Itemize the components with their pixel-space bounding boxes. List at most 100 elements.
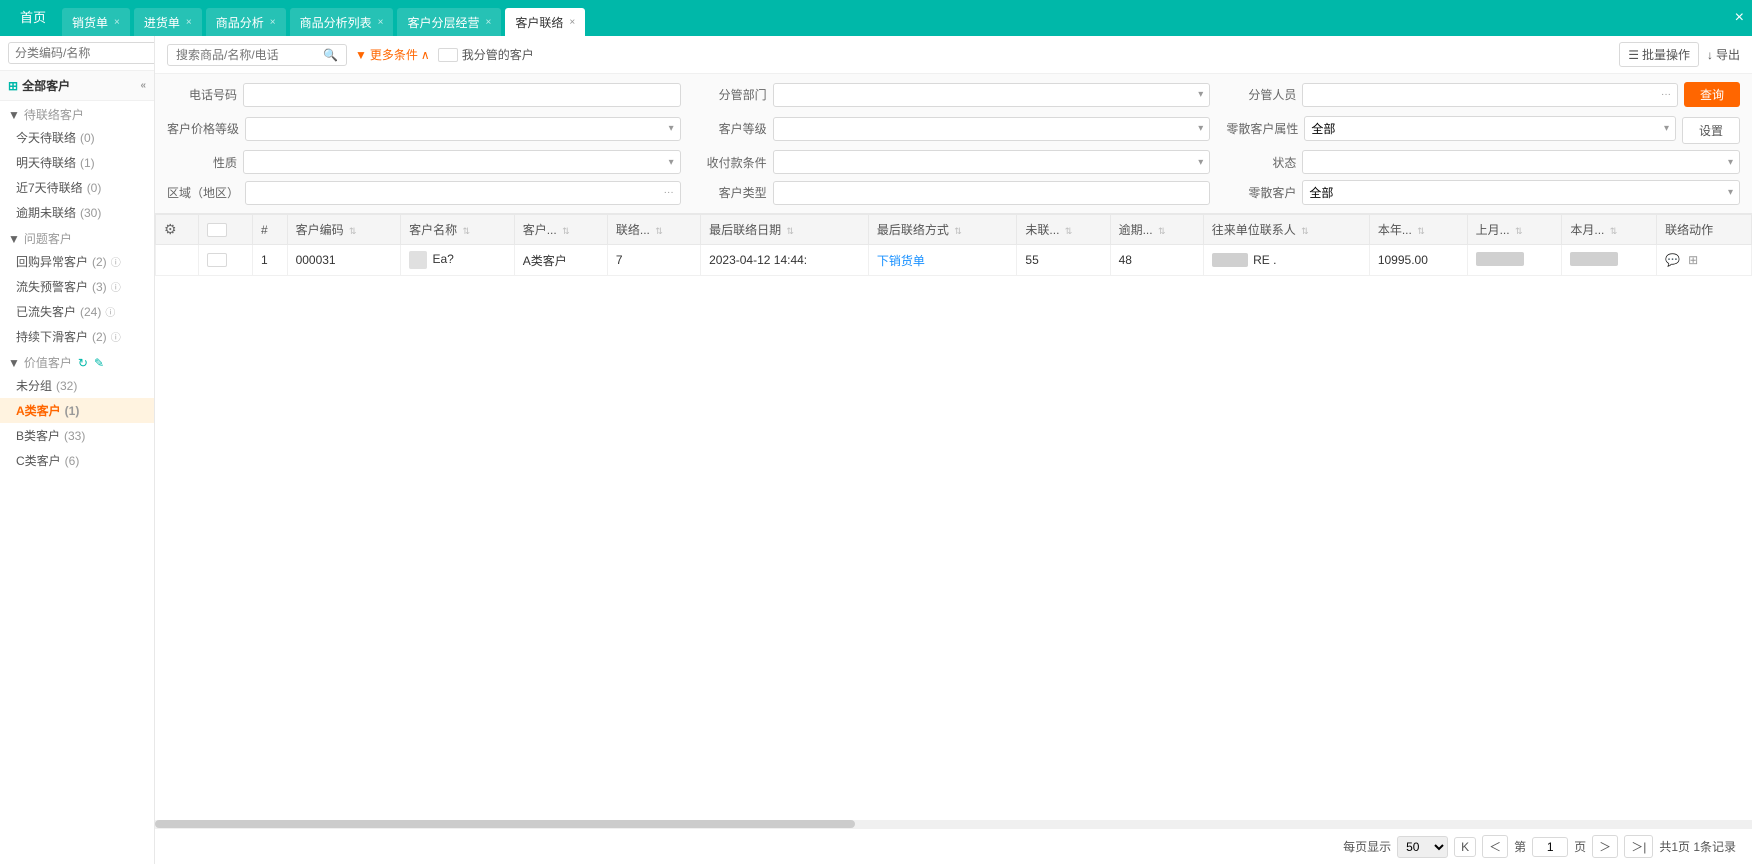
th-name[interactable]: 客户名称 ⇅ — [401, 215, 515, 245]
info-icon-1: ⓘ — [111, 254, 121, 269]
close-tab-customer-manage[interactable]: × — [485, 17, 491, 28]
input-customer-level[interactable]: ▾ — [773, 117, 1211, 141]
sidebar-item-b-class[interactable]: B类客户 (33) — [0, 423, 154, 448]
th-uncontacted[interactable]: 未联... ⇅ — [1017, 215, 1110, 245]
close-all-tabs[interactable]: × — [1735, 9, 1744, 27]
nav-tab-purchase[interactable]: 进货单 × — [134, 8, 202, 36]
grid-action-icon[interactable]: ⊞ — [1688, 253, 1698, 267]
row-checkbox[interactable] — [207, 253, 227, 267]
filter-search-box[interactable]: 🔍 — [167, 44, 347, 66]
close-tab-analysis[interactable]: × — [270, 17, 276, 28]
last-way-link[interactable]: 下销货单 — [877, 254, 925, 268]
sidebar-group-problem[interactable]: ▼ 问题客户 — [0, 225, 154, 249]
sidebar-item-lost[interactable]: 已流失客户 (24) ⓘ — [0, 299, 154, 324]
input-nature[interactable]: ▾ — [243, 150, 681, 174]
sidebar-group-value[interactable]: ▼ 价值客户 ↻ ✎ — [0, 349, 154, 373]
input-price-level[interactable]: ▾ — [245, 117, 681, 141]
input-payment[interactable]: ▾ — [773, 150, 1211, 174]
input-retail-customer[interactable]: 全部 ▾ — [1302, 180, 1740, 205]
nav-tab-analysis-list[interactable]: 商品分析列表 × — [290, 8, 394, 36]
th-last-month[interactable]: 上月... ⇅ — [1467, 215, 1562, 245]
top-nav: 首页 销货单 × 进货单 × 商品分析 × 商品分析列表 × 客户分层经营 × … — [0, 0, 1752, 36]
h-scrollbar[interactable] — [155, 820, 1752, 828]
nav-tab-customer-contact[interactable]: 客户联络 × — [505, 8, 585, 36]
arrow-icon-status: ▾ — [1728, 157, 1733, 168]
arrow-icon-retail2: ▾ — [1728, 187, 1733, 198]
close-tab-sales[interactable]: × — [114, 17, 120, 28]
export-button[interactable]: ↓ 导出 — [1707, 46, 1740, 63]
sidebar-item-declining[interactable]: 持续下滑客户 (2) ⓘ — [0, 324, 154, 349]
last-page-btn[interactable]: ＞| — [1624, 835, 1653, 858]
input-status[interactable]: ▾ — [1302, 150, 1740, 174]
sort-icon-uncontacted: ⇅ — [1065, 226, 1073, 236]
td-code: 000031 — [287, 245, 401, 276]
close-tab-customer-contact[interactable]: × — [569, 17, 575, 28]
filter-nature: 性质 ▾ — [167, 150, 681, 174]
nav-tab-customer-manage[interactable]: 客户分层经营 × — [397, 8, 501, 36]
filter-search-input[interactable] — [176, 48, 319, 62]
th-code[interactable]: 客户编码 ⇅ — [287, 215, 401, 245]
sidebar-search-input[interactable] — [8, 42, 155, 64]
batch-op-button[interactable]: ☰ 批量操作 — [1619, 42, 1699, 67]
input-region[interactable]: ··· — [245, 181, 681, 205]
th-unit-contact[interactable]: 往来单位联系人 ⇅ — [1203, 215, 1369, 245]
sidebar-item-c-class[interactable]: C类客户 (6) — [0, 448, 154, 473]
comment-icon[interactable]: 💬 — [1665, 253, 1680, 267]
settings-icon[interactable]: ⚙ — [164, 221, 177, 237]
sidebar-group-pending[interactable]: ▼ 待联络客户 — [0, 101, 154, 125]
main-layout: 🔍 ⊞ 全部客户 « ▼ 待联络客户 今天待联络 (0) 明天待联络 (1) 近… — [0, 36, 1752, 864]
input-phone[interactable] — [243, 83, 681, 107]
sidebar-item-repurchase-abnormal[interactable]: 回购异常客户 (2) ⓘ — [0, 249, 154, 274]
setting-button[interactable]: 设置 — [1682, 117, 1740, 144]
th-checkbox[interactable] — [199, 215, 253, 245]
th-last-date[interactable]: 最后联络日期 ⇅ — [701, 215, 869, 245]
arrow-icon-dept: ▾ — [1198, 89, 1203, 100]
refresh-icon[interactable]: ↻ — [78, 356, 88, 370]
dots-icon-person: ··· — [1661, 89, 1671, 100]
nav-tab-analysis[interactable]: 商品分析 × — [206, 8, 286, 36]
select-all-checkbox[interactable] — [207, 223, 227, 237]
prev-page-btn[interactable]: ＜ — [1482, 835, 1508, 858]
th-this-month[interactable]: 本月... ⇅ — [1562, 215, 1657, 245]
th-contact-count[interactable]: 联络... ⇅ — [607, 215, 700, 245]
th-type[interactable]: 客户... ⇅ — [514, 215, 607, 245]
th-last-way[interactable]: 最后联络方式 ⇅ — [868, 215, 1017, 245]
th-this-year[interactable]: 本年... ⇅ — [1369, 215, 1467, 245]
th-settings[interactable]: ⚙ — [156, 215, 199, 245]
td-overdue: 48 — [1110, 245, 1203, 276]
filter-more-btn[interactable]: ▼ 更多条件 ∧ — [355, 46, 430, 63]
checkbox-icon[interactable] — [438, 48, 458, 62]
sidebar-item-lost-warning[interactable]: 流失预警客户 (3) ⓘ — [0, 274, 154, 299]
first-page-btn[interactable]: K — [1454, 837, 1476, 857]
th-overdue[interactable]: 逾期... ⇅ — [1110, 215, 1203, 245]
sidebar-item-ungraded[interactable]: 未分组 (32) — [0, 373, 154, 398]
page-input[interactable] — [1532, 837, 1568, 857]
arrow-icon-price: ▾ — [669, 123, 674, 134]
this-month-placeholder — [1570, 252, 1618, 266]
sidebar-item-overdue[interactable]: 逾期未联络 (30) — [0, 200, 154, 225]
edit-icon[interactable]: ✎ — [94, 356, 104, 370]
label-payment: 收付款条件 — [697, 154, 767, 171]
scroll-thumb[interactable] — [155, 820, 855, 828]
batch-icon: ☰ — [1628, 48, 1639, 62]
input-retail-attr[interactable]: 全部 ▾ — [1304, 116, 1676, 141]
sidebar-item-7days[interactable]: 近7天待联络 (0) — [0, 175, 154, 200]
td-last-way[interactable]: 下销货单 — [868, 245, 1017, 276]
sidebar-all-customers[interactable]: ⊞ 全部客户 « — [0, 71, 154, 101]
sidebar-item-tomorrow[interactable]: 明天待联络 (1) — [0, 150, 154, 175]
input-dept[interactable]: ▾ — [773, 83, 1211, 107]
close-tab-analysis-list[interactable]: × — [378, 17, 384, 28]
input-customer-type[interactable] — [773, 181, 1211, 205]
next-page-btn[interactable]: ＞ — [1592, 835, 1618, 858]
page-size-select[interactable]: 50 10 20 100 — [1397, 836, 1448, 858]
query-button[interactable]: 查询 — [1684, 82, 1740, 107]
input-person[interactable]: ··· — [1302, 83, 1678, 107]
td-checkbox[interactable] — [199, 245, 253, 276]
nav-home[interactable]: 首页 — [8, 0, 58, 36]
sidebar-item-today[interactable]: 今天待联络 (0) — [0, 125, 154, 150]
my-customers-checkbox[interactable]: 我分管的客户 — [438, 46, 534, 63]
close-tab-purchase[interactable]: × — [186, 17, 192, 28]
sidebar-item-a-class[interactable]: A类客户 (1) — [0, 398, 154, 423]
nav-tab-sales[interactable]: 销货单 × — [62, 8, 130, 36]
sidebar-search-area: 🔍 — [0, 36, 154, 71]
